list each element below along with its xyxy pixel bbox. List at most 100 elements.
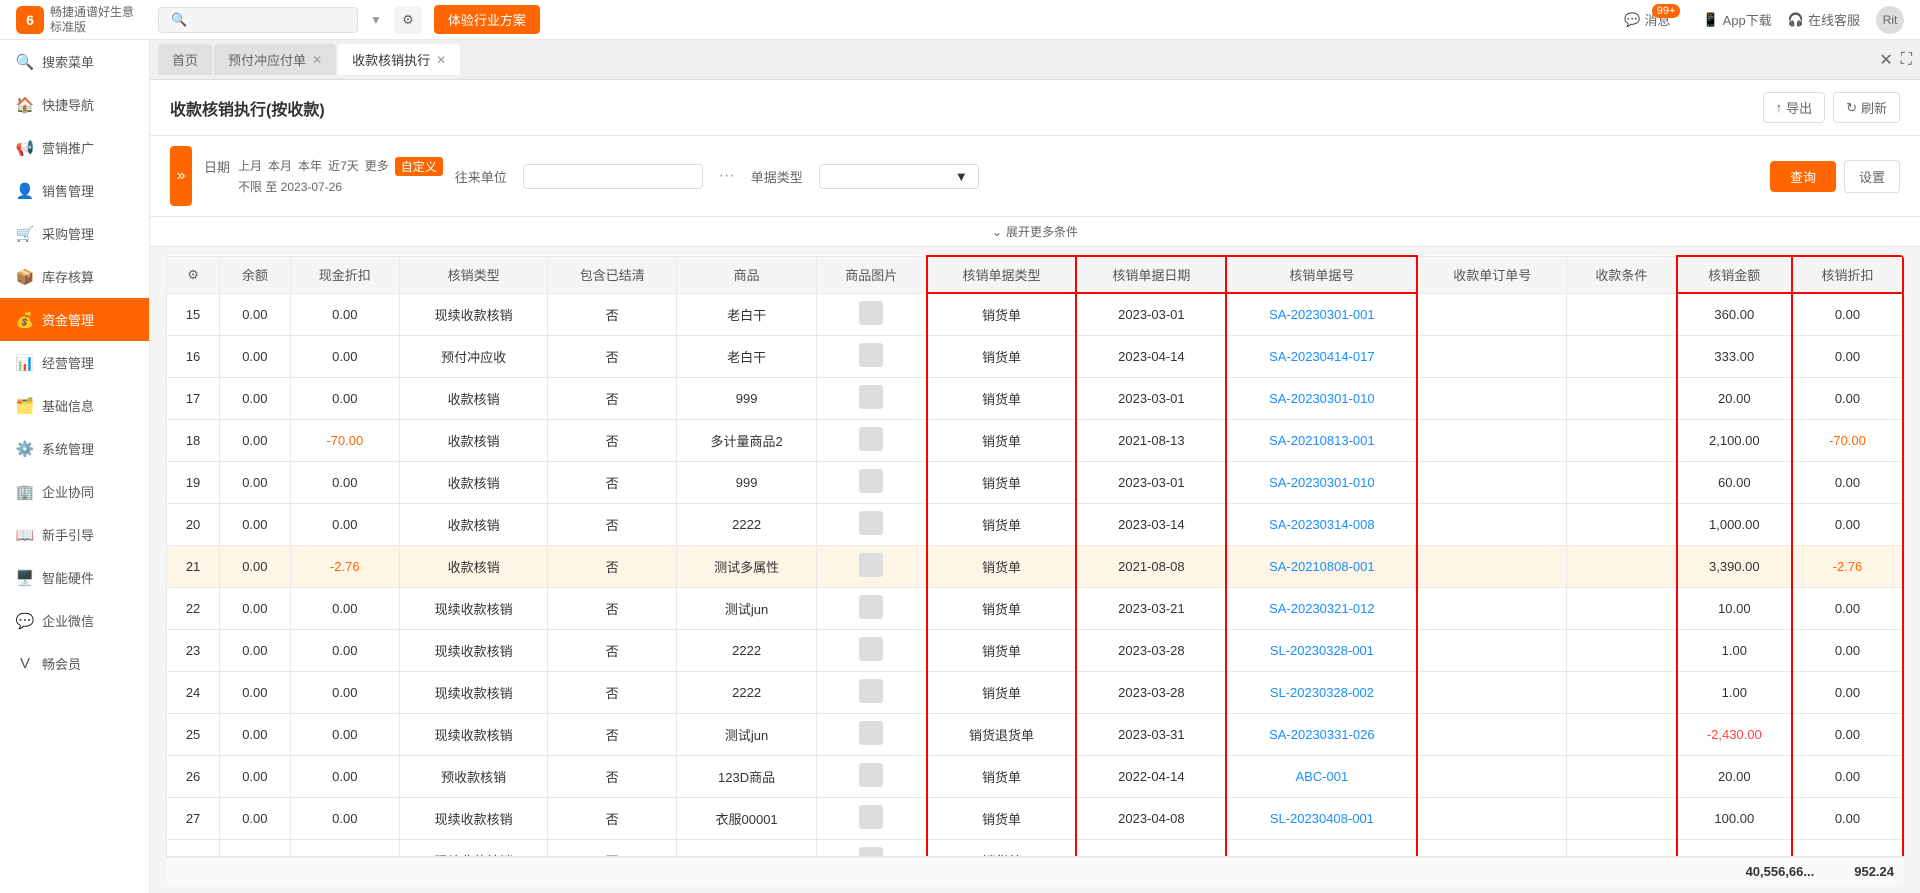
sidebar-item-vip[interactable]: V 畅会员 <box>0 642 149 685</box>
app-download-button[interactable]: 📱 App下载 <box>1702 10 1771 29</box>
cell-writeoff-no[interactable]: SL-20230408-001 <box>1226 797 1417 839</box>
voucher-type-select[interactable]: ▼ <box>819 164 979 189</box>
cell-product: 2222 <box>677 671 817 713</box>
table-wrapper[interactable]: ⚙ 余额 现金折扣 核销类型 包含已结清 商品 商品图片 核销单据类型 核销单据… <box>166 255 1904 885</box>
last-7-days-link[interactable]: 近7天 <box>328 157 359 176</box>
sidebar-item-guide[interactable]: 📖 新手引导 <box>0 513 149 556</box>
cell-writeoff-no[interactable]: SA-20230301-001 <box>1226 293 1417 335</box>
export-button[interactable]: ↑ 导出 <box>1763 92 1826 123</box>
tab-prepay[interactable]: 预付冲应付单 ✕ <box>214 44 336 75</box>
more-date-link[interactable]: 更多 <box>365 157 389 176</box>
sidebar-item-purchase[interactable]: 🛒 采购管理 <box>0 212 149 255</box>
gear-column-icon[interactable]: ⚙ <box>187 267 199 282</box>
cell-writeoff-no[interactable]: SA-20230301-010 <box>1226 461 1417 503</box>
cell-writeoff-discount: 0.00 <box>1792 503 1903 545</box>
query-button[interactable]: 查询 <box>1770 161 1836 192</box>
cell-writeoff-no[interactable]: SA-20230414-017 <box>1226 335 1417 377</box>
setting-button[interactable]: 设置 <box>1844 160 1900 193</box>
cell-row-num: 26 <box>167 755 220 797</box>
cell-writeoff-no[interactable]: SA-20230331-026 <box>1226 713 1417 755</box>
cell-writeoff-voucher-type: 销货单 <box>927 503 1077 545</box>
settings-icon[interactable]: ⚙ <box>394 6 422 34</box>
tab-maximize-button[interactable]: ⛶ <box>1901 50 1912 70</box>
sidebar-item-basic-info[interactable]: 🗂️ 基础信息 <box>0 384 149 427</box>
cell-cash-discount: 0.00 <box>290 377 399 419</box>
cell-writeoff-type: 收款核销 <box>399 377 547 419</box>
tab-prepay-close[interactable]: ✕ <box>312 53 322 67</box>
cell-row-num: 19 <box>167 461 220 503</box>
system-icon: ⚙️ <box>16 440 34 458</box>
cell-writeoff-no[interactable]: SA-20230301-010 <box>1226 377 1417 419</box>
cell-cash-discount: 0.00 <box>290 713 399 755</box>
tab-collection-close[interactable]: ✕ <box>436 53 446 67</box>
cell-writeoff-no[interactable]: SA-20230314-008 <box>1226 503 1417 545</box>
online-service-button[interactable]: 🎧 在线客服 <box>1788 10 1860 29</box>
sidebar-item-marketing[interactable]: 📢 营销推广 <box>0 126 149 169</box>
cell-include-settled: 否 <box>548 713 677 755</box>
cell-product: 多计量商品2 <box>677 419 817 461</box>
tab-bar: 首页 预付冲应付单 ✕ 收款核销执行 ✕ ✕ ⛶ <box>150 40 1920 80</box>
cell-writeoff-no[interactable]: SA-20210813-001 <box>1226 419 1417 461</box>
cell-writeoff-no[interactable]: SL-20230328-001 <box>1226 629 1417 671</box>
sidebar-item-sales[interactable]: 👤 销售管理 <box>0 169 149 212</box>
message-icon: 💬 <box>1624 12 1640 28</box>
sidebar-item-search[interactable]: 🔍 搜索菜单 <box>0 40 149 83</box>
expand-bar: ⌄ 展开更多条件 <box>150 217 1920 247</box>
global-search-input[interactable]: 🔍 <box>158 7 358 33</box>
cell-writeoff-amount: 333.00 <box>1677 335 1792 377</box>
cell-receipt-condition <box>1567 335 1677 377</box>
messages-button[interactable]: 💬 消息 99+ <box>1624 10 1670 29</box>
this-month-link[interactable]: 本月 <box>268 157 292 176</box>
cell-writeoff-discount: 0.00 <box>1792 797 1903 839</box>
sidebar-item-inventory[interactable]: 📦 库存核算 <box>0 255 149 298</box>
sidebar-item-business[interactable]: 📊 经营管理 <box>0 341 149 384</box>
cell-product-image <box>816 377 926 419</box>
sidebar-item-finance[interactable]: 💰 资金管理 <box>0 298 149 341</box>
tab-collection[interactable]: 收款核销执行 ✕ <box>338 44 460 75</box>
cell-writeoff-discount: -70.00 <box>1792 419 1903 461</box>
logo-area: 6 畅捷通谱好生意 标准版 <box>16 5 146 34</box>
table-header-row: ⚙ 余额 现金折扣 核销类型 包含已结清 商品 商品图片 核销单据类型 核销单据… <box>167 256 1904 293</box>
sidebar-item-wechat[interactable]: 💬 企业微信 <box>0 599 149 642</box>
sidebar-item-smart-hw[interactable]: 🖥️ 智能硬件 <box>0 556 149 599</box>
cell-writeoff-discount: 0.00 <box>1792 461 1903 503</box>
tab-home[interactable]: 首页 <box>158 44 212 75</box>
cell-writeoff-no[interactable]: SL-20230328-002 <box>1226 671 1417 713</box>
cell-balance: 0.00 <box>220 377 290 419</box>
page-header: 收款核销执行(按收款) ↑ 导出 ↻ 刷新 <box>150 80 1920 136</box>
cell-product-image <box>816 335 926 377</box>
cell-balance: 0.00 <box>220 587 290 629</box>
cell-writeoff-voucher-type: 销货单 <box>927 419 1077 461</box>
cell-writeoff-date: 2023-03-14 <box>1076 503 1226 545</box>
cell-product: 测试多属性 <box>677 545 817 587</box>
last-month-link[interactable]: 上月 <box>238 157 262 176</box>
cell-writeoff-discount: 0.00 <box>1792 377 1903 419</box>
this-year-link[interactable]: 本年 <box>298 157 322 176</box>
cell-receipt-order-no <box>1417 335 1566 377</box>
cell-writeoff-no[interactable]: SA-20210808-001 <box>1226 545 1417 587</box>
more-filter-dots[interactable]: ··· <box>719 167 735 185</box>
cell-product: 123D商品 <box>677 755 817 797</box>
partner-input[interactable] <box>523 164 703 189</box>
industry-solution-button[interactable]: 体验行业方案 <box>434 5 540 34</box>
date-quick-links: 上月 本月 本年 近7天 更多 自定义 <box>238 157 443 176</box>
tab-close-all-button[interactable]: ✕ <box>1879 50 1892 70</box>
cell-writeoff-no[interactable]: ABC-001 <box>1226 755 1417 797</box>
table-row: 180.00-70.00收款核销否多计量商品2销货单2021-08-13SA-2… <box>167 419 1904 461</box>
cell-product: 999 <box>677 377 817 419</box>
cell-product: 999 <box>677 461 817 503</box>
expand-more-button[interactable]: ⌄ 展开更多条件 <box>992 223 1078 240</box>
phone-icon: 📱 <box>1702 12 1718 28</box>
sidebar-item-enterprise[interactable]: 🏢 企业协同 <box>0 470 149 513</box>
sidebar-item-system[interactable]: ⚙️ 系统管理 <box>0 427 149 470</box>
filter-collapse-button[interactable]: » <box>170 146 192 206</box>
cell-writeoff-no[interactable]: SA-20230321-012 <box>1226 587 1417 629</box>
refresh-button[interactable]: ↻ 刷新 <box>1833 92 1900 123</box>
date-options-block: 上月 本月 本年 近7天 更多 自定义 不限 至 2023-07-26 <box>238 157 443 195</box>
search-dropdown-arrow[interactable]: ▼ <box>370 13 382 27</box>
th-gear[interactable]: ⚙ <box>167 256 220 293</box>
user-menu[interactable]: Rit <box>1876 6 1904 34</box>
custom-date-link[interactable]: 自定义 <box>395 157 443 176</box>
sidebar-item-quick-nav[interactable]: 🏠 快捷导航 <box>0 83 149 126</box>
th-include-settled: 包含已结清 <box>548 256 677 293</box>
